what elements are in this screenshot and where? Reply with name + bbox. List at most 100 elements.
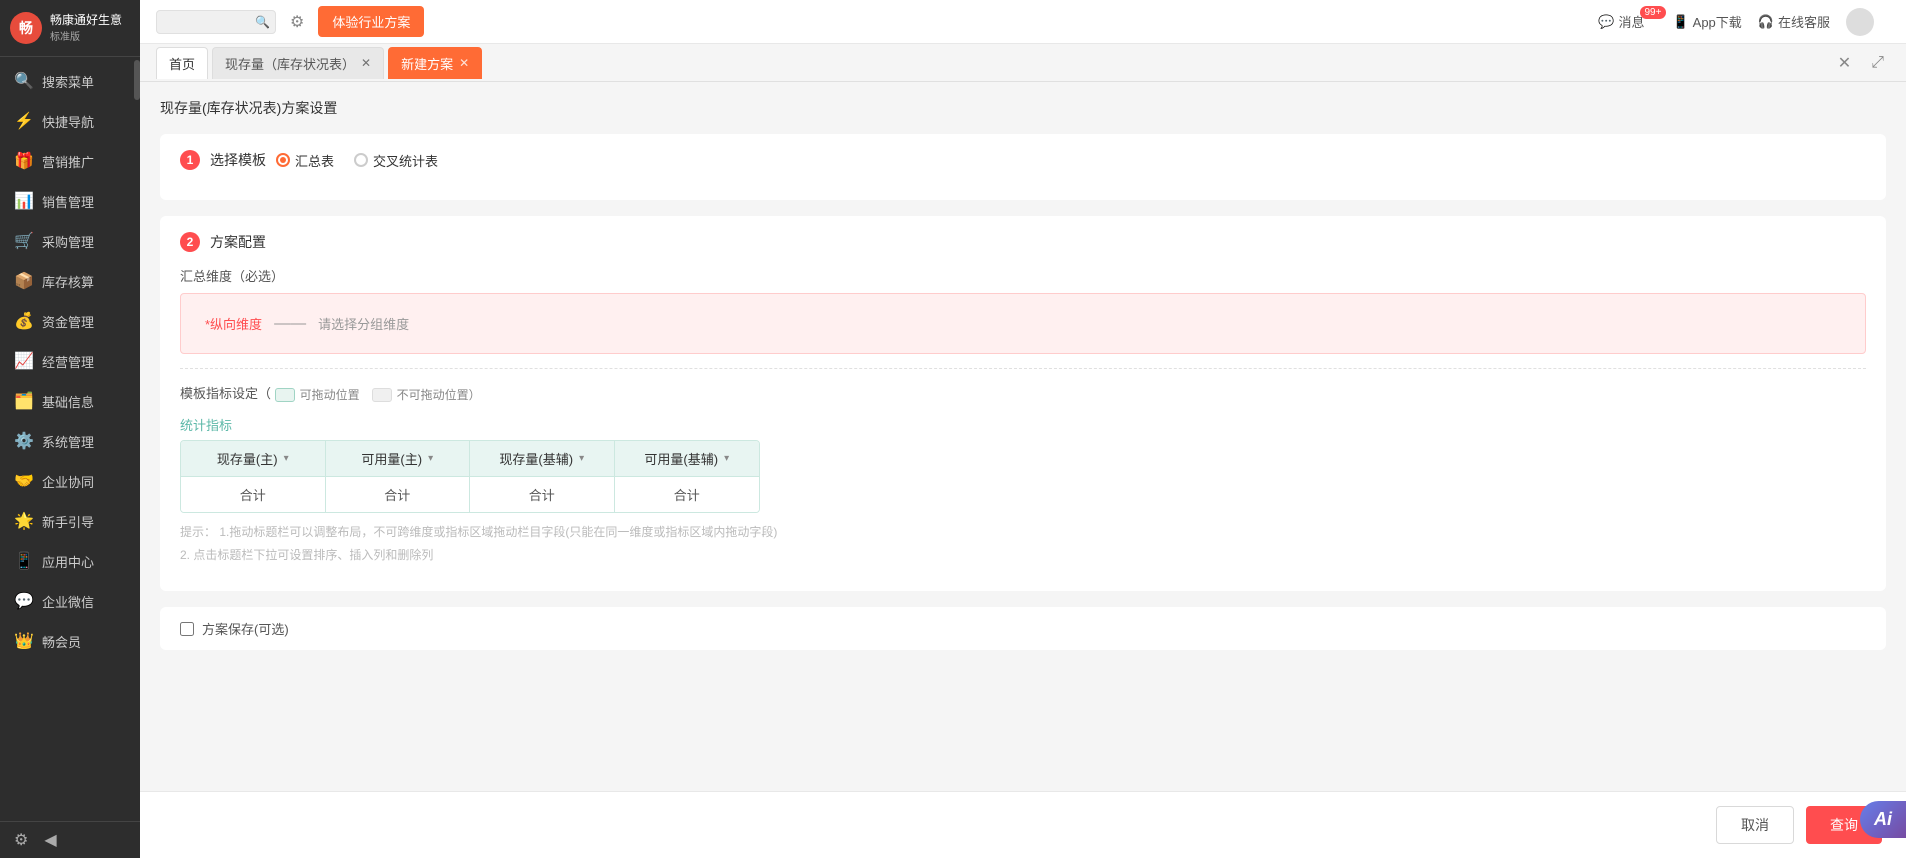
sidebar-item-sales[interactable]: 📊 销售管理 bbox=[0, 181, 140, 221]
sidebar-label-enterprise-wechat: 企业微信 bbox=[42, 592, 94, 611]
message-count: 99+ bbox=[1640, 6, 1667, 19]
section2-num: 2 bbox=[180, 232, 200, 252]
dim-placeholder: 请选择分组维度 bbox=[318, 314, 409, 333]
divider-1 bbox=[180, 368, 1866, 369]
sidebar-label-sales: 销售管理 bbox=[42, 192, 94, 211]
expand-dialog-btn[interactable]: ⤢ bbox=[1865, 52, 1890, 74]
sidebar-item-search[interactable]: 🔍 搜索菜单 bbox=[0, 61, 140, 101]
sidebar-footer: ⚙ ◀ bbox=[0, 821, 140, 858]
app-download-btn[interactable]: 📱 App下载 bbox=[1672, 12, 1741, 31]
tab-new-scheme[interactable]: 新建方案 ✕ bbox=[388, 47, 482, 79]
sidebar-icon-inventory: 📦 bbox=[14, 271, 34, 291]
sidebar-icon-membership: 👑 bbox=[14, 631, 34, 651]
tab-close-new-scheme[interactable]: ✕ bbox=[459, 56, 469, 70]
sidebar-label-app-center: 应用中心 bbox=[42, 552, 94, 571]
sidebar-label-finance: 资金管理 bbox=[42, 312, 94, 331]
stats-cell: 合计 bbox=[326, 477, 471, 512]
radio-summary[interactable]: 汇总表 bbox=[276, 151, 334, 170]
sidebar-label-basic-info: 基础信息 bbox=[42, 392, 94, 411]
radio-dot-cross bbox=[354, 153, 368, 167]
chevron-down-icon: ▾ bbox=[724, 453, 729, 464]
stats-cell: 合计 bbox=[615, 477, 760, 512]
topbar-settings-icon[interactable]: ⚙ bbox=[286, 8, 308, 36]
dimension-box[interactable]: *纵向维度 —— 请选择分组维度 bbox=[180, 293, 1866, 354]
indicator-settings-label: 模板指标设定（ 可拖动位置 不可拖动位置） bbox=[180, 383, 1866, 403]
section1-num: 1 bbox=[180, 150, 200, 170]
sidebar-icon-cooperation: 🤝 bbox=[14, 471, 34, 491]
stats-header: 现存量(主)▾可用量(主)▾现存量(基辅)▾可用量(基辅)▾ bbox=[181, 441, 759, 477]
sidebar-label-marketing: 营销推广 bbox=[42, 152, 94, 171]
dim-separator: —— bbox=[274, 315, 306, 333]
sidebar-icon-sales: 📊 bbox=[14, 191, 34, 211]
sidebar-label-new-guide: 新手引导 bbox=[42, 512, 94, 531]
app-name: 畅康通好生意 bbox=[50, 13, 122, 29]
sidebar-icon-basic-info: 🗂️ bbox=[14, 391, 34, 411]
cancel-button[interactable]: 取消 bbox=[1716, 806, 1794, 844]
stats-row: 合计合计合计合计 bbox=[181, 477, 759, 512]
topbar-left: 🔍 ⚙ 体验行业方案 bbox=[156, 6, 424, 37]
headset-icon: 🎧 bbox=[1758, 14, 1774, 30]
sidebar: 畅 畅康通好生意 标准版 🔍 搜索菜单 ⚡ 快捷导航 🎁 营销推广 📊 销售管理… bbox=[0, 0, 140, 858]
stats-col-header[interactable]: 现存量(主)▾ bbox=[181, 441, 326, 476]
collapse-icon[interactable]: ◀ bbox=[44, 830, 56, 850]
sidebar-scrollbar[interactable] bbox=[134, 60, 140, 100]
sidebar-item-marketing[interactable]: 🎁 营销推广 bbox=[0, 141, 140, 181]
hints-section: 提示： 1.拖动标题栏可以调整布局，不可跨维度或指标区域拖动栏目字段(只能在同一… bbox=[180, 513, 1866, 575]
sidebar-icon-search: 🔍 bbox=[14, 71, 34, 91]
sidebar-item-app-center[interactable]: 📱 应用中心 bbox=[0, 541, 140, 581]
sidebar-icon-system: ⚙️ bbox=[14, 431, 34, 451]
stats-label: 统计指标 bbox=[180, 415, 1866, 434]
stats-col-header[interactable]: 可用量(基辅)▾ bbox=[615, 441, 760, 476]
sidebar-item-new-guide[interactable]: 🌟 新手引导 bbox=[0, 501, 140, 541]
logo-icon: 畅 bbox=[10, 12, 42, 44]
stats-col-header[interactable]: 现存量(基辅)▾ bbox=[470, 441, 615, 476]
section2-header: 2 方案配置 bbox=[180, 232, 1866, 252]
sidebar-icon-app-center: 📱 bbox=[14, 551, 34, 571]
message-icon: 💬 bbox=[1598, 14, 1614, 30]
sidebar-item-system[interactable]: ⚙️ 系统管理 bbox=[0, 421, 140, 461]
sidebar-item-basic-info[interactable]: 🗂️ 基础信息 bbox=[0, 381, 140, 421]
settings-icon[interactable]: ⚙ bbox=[14, 830, 28, 850]
industry-btn[interactable]: 体验行业方案 bbox=[318, 6, 424, 37]
sidebar-item-finance[interactable]: 💰 资金管理 bbox=[0, 301, 140, 341]
section1-header: 1 选择模板 汇总表 交叉统计表 bbox=[180, 150, 1866, 170]
search-icon: 🔍 bbox=[255, 15, 270, 29]
stats-col-header[interactable]: 可用量(主)▾ bbox=[326, 441, 471, 476]
online-service-btn[interactable]: 🎧 在线客服 bbox=[1758, 12, 1830, 31]
sidebar-item-cooperation[interactable]: 🤝 企业协同 bbox=[0, 461, 140, 501]
save-checkbox[interactable] bbox=[180, 622, 194, 636]
topbar: 🔍 ⚙ 体验行业方案 💬 消息 99+ 📱 App下载 🎧 在线客服 bbox=[140, 0, 1906, 44]
search-wrap: 🔍 bbox=[156, 10, 276, 34]
dim-required-mark: *纵向维度 bbox=[205, 314, 262, 333]
sidebar-item-enterprise-wechat[interactable]: 💬 企业微信 bbox=[0, 581, 140, 621]
sidebar-item-operation[interactable]: 📈 经营管理 bbox=[0, 341, 140, 381]
template-radio-group: 汇总表 交叉统计表 bbox=[276, 151, 438, 170]
save-section: 方案保存(可选) bbox=[160, 607, 1886, 650]
radio-dot-summary bbox=[276, 153, 290, 167]
sidebar-label-purchase: 采购管理 bbox=[42, 232, 94, 251]
section2-title: 方案配置 bbox=[210, 232, 266, 252]
ai-badge[interactable]: Ai bbox=[1860, 801, 1906, 838]
sidebar-label-operation: 经营管理 bbox=[42, 352, 94, 371]
sidebar-icon-new-guide: 🌟 bbox=[14, 511, 34, 531]
sidebar-icon-quick-nav: ⚡ bbox=[14, 111, 34, 131]
tab-home[interactable]: 首页 bbox=[156, 47, 208, 79]
phone-icon: 📱 bbox=[1672, 14, 1688, 30]
app-edition: 标准版 bbox=[50, 28, 122, 43]
topbar-right: 💬 消息 99+ 📱 App下载 🎧 在线客服 bbox=[1598, 8, 1890, 36]
user-avatar[interactable] bbox=[1846, 8, 1874, 36]
sidebar-icon-operation: 📈 bbox=[14, 351, 34, 371]
sidebar-item-membership[interactable]: 👑 畅会员 bbox=[0, 621, 140, 661]
sidebar-item-quick-nav[interactable]: ⚡ 快捷导航 bbox=[0, 101, 140, 141]
tab-close-inventory[interactable]: ✕ bbox=[361, 56, 371, 70]
sidebar-item-purchase[interactable]: 🛒 采购管理 bbox=[0, 221, 140, 261]
main-area: 🔍 ⚙ 体验行业方案 💬 消息 99+ 📱 App下载 🎧 在线客服 bbox=[140, 0, 1906, 858]
message-badge[interactable]: 💬 消息 99+ bbox=[1598, 12, 1656, 31]
tabbar: 首页 现存量（库存状况表） ✕ 新建方案 ✕ ✕ ⤢ bbox=[140, 44, 1906, 82]
sidebar-item-inventory[interactable]: 📦 库存核算 bbox=[0, 261, 140, 301]
close-dialog-btn[interactable]: ✕ bbox=[1832, 51, 1857, 75]
tab-inventory-status[interactable]: 现存量（库存状况表） ✕ bbox=[212, 47, 384, 79]
legend-not-draggable: 不可拖动位置） bbox=[372, 386, 481, 403]
sidebar-nav: 🔍 搜索菜单 ⚡ 快捷导航 🎁 营销推广 📊 销售管理 🛒 采购管理 📦 库存核… bbox=[0, 57, 140, 821]
radio-cross[interactable]: 交叉统计表 bbox=[354, 151, 438, 170]
